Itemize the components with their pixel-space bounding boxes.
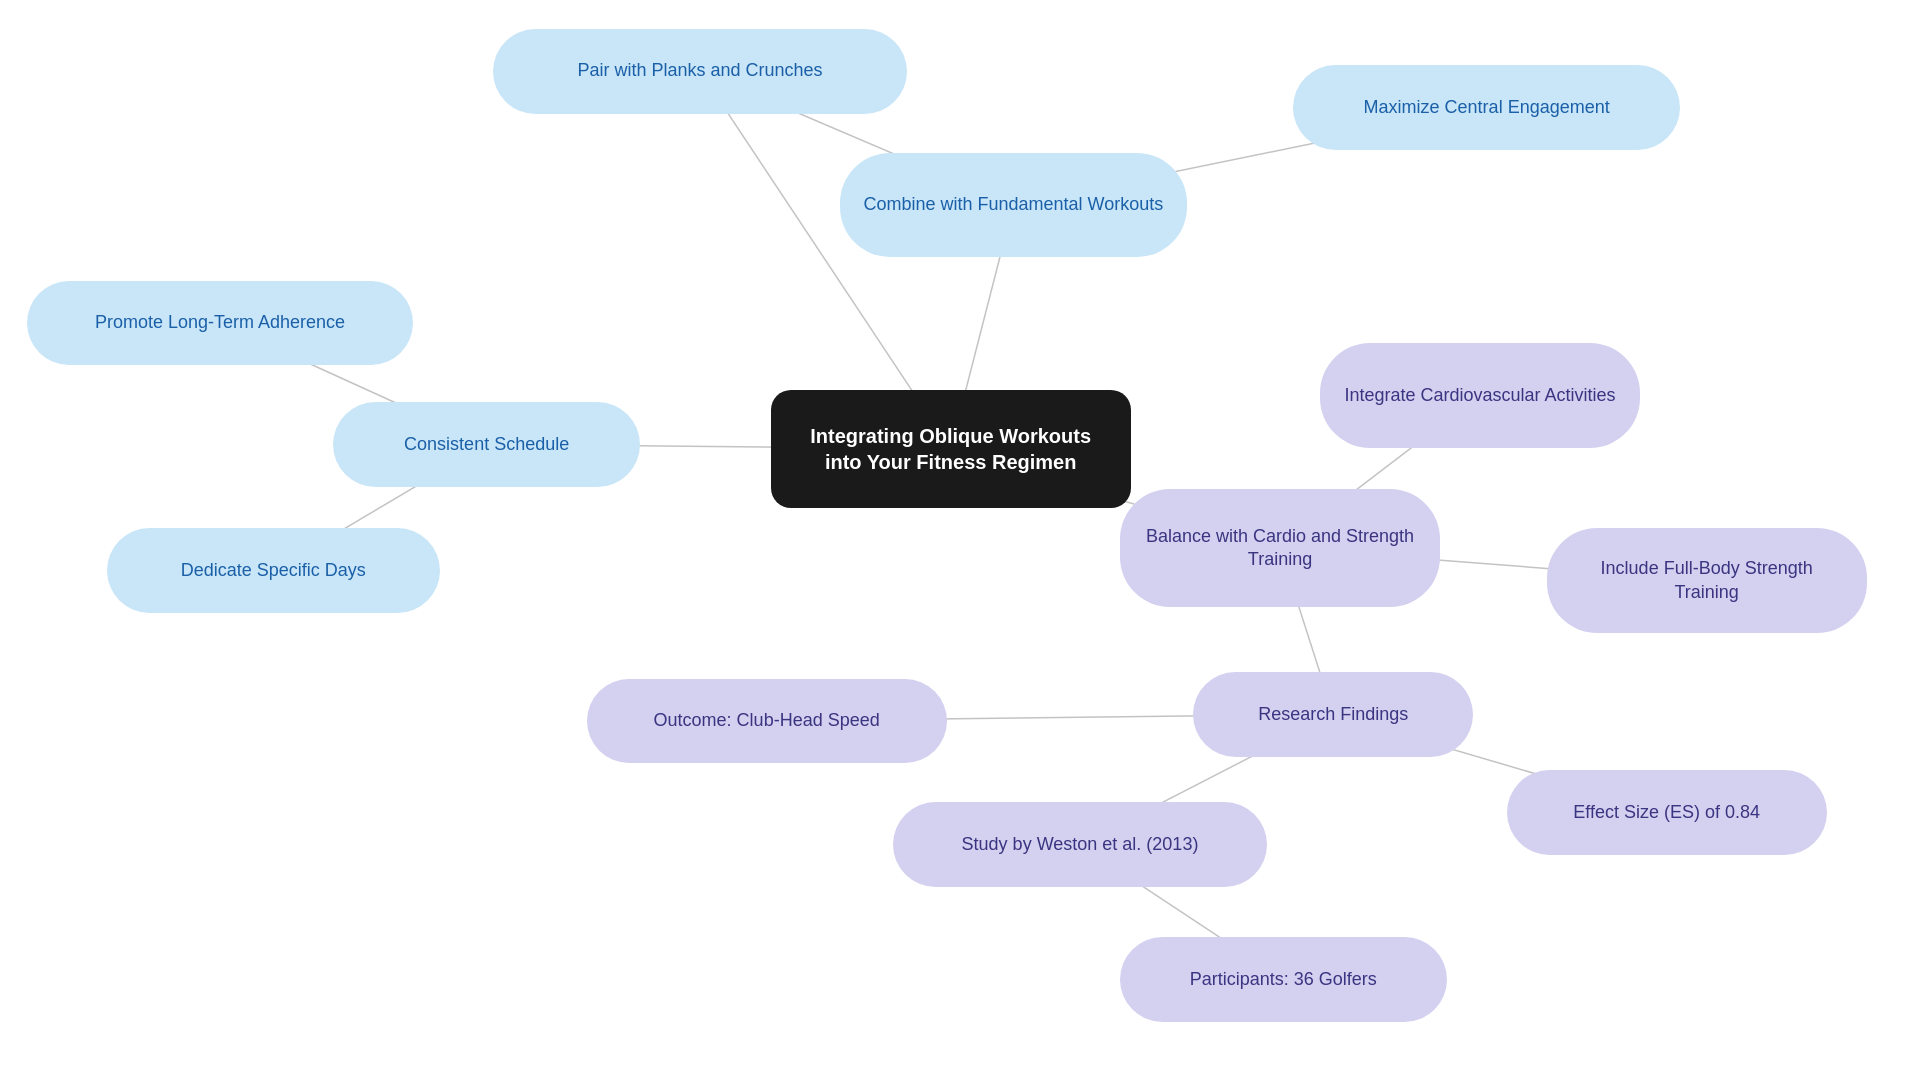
node-study_weston[interactable]: Study by Weston et al. (2013): [893, 802, 1266, 887]
node-effect_size[interactable]: Effect Size (ES) of 0.84: [1507, 770, 1827, 855]
node-include_fullbody[interactable]: Include Full-Body Strength Training: [1547, 528, 1867, 632]
node-dedicate_specific[interactable]: Dedicate Specific Days: [107, 528, 440, 613]
node-participants[interactable]: Participants: 36 Golfers: [1120, 937, 1447, 1022]
node-research_findings[interactable]: Research Findings: [1193, 672, 1473, 757]
mindmap-container: Integrating Oblique Workouts into Your F…: [0, 0, 1920, 1083]
node-consistent_schedule[interactable]: Consistent Schedule: [333, 402, 640, 487]
node-outcome_club[interactable]: Outcome: Club-Head Speed: [587, 679, 947, 764]
node-maximize_central[interactable]: Maximize Central Engagement: [1293, 65, 1680, 150]
node-combine_fundamental[interactable]: Combine with Fundamental Workouts: [840, 153, 1187, 257]
node-integrate_cardio[interactable]: Integrate Cardiovascular Activities: [1320, 343, 1640, 447]
node-balance_cardio[interactable]: Balance with Cardio and Strength Trainin…: [1120, 489, 1440, 606]
node-center[interactable]: Integrating Oblique Workouts into Your F…: [771, 390, 1131, 507]
node-promote_long_term[interactable]: Promote Long-Term Adherence: [27, 281, 414, 366]
node-pair_with_planks[interactable]: Pair with Planks and Crunches: [493, 29, 906, 114]
